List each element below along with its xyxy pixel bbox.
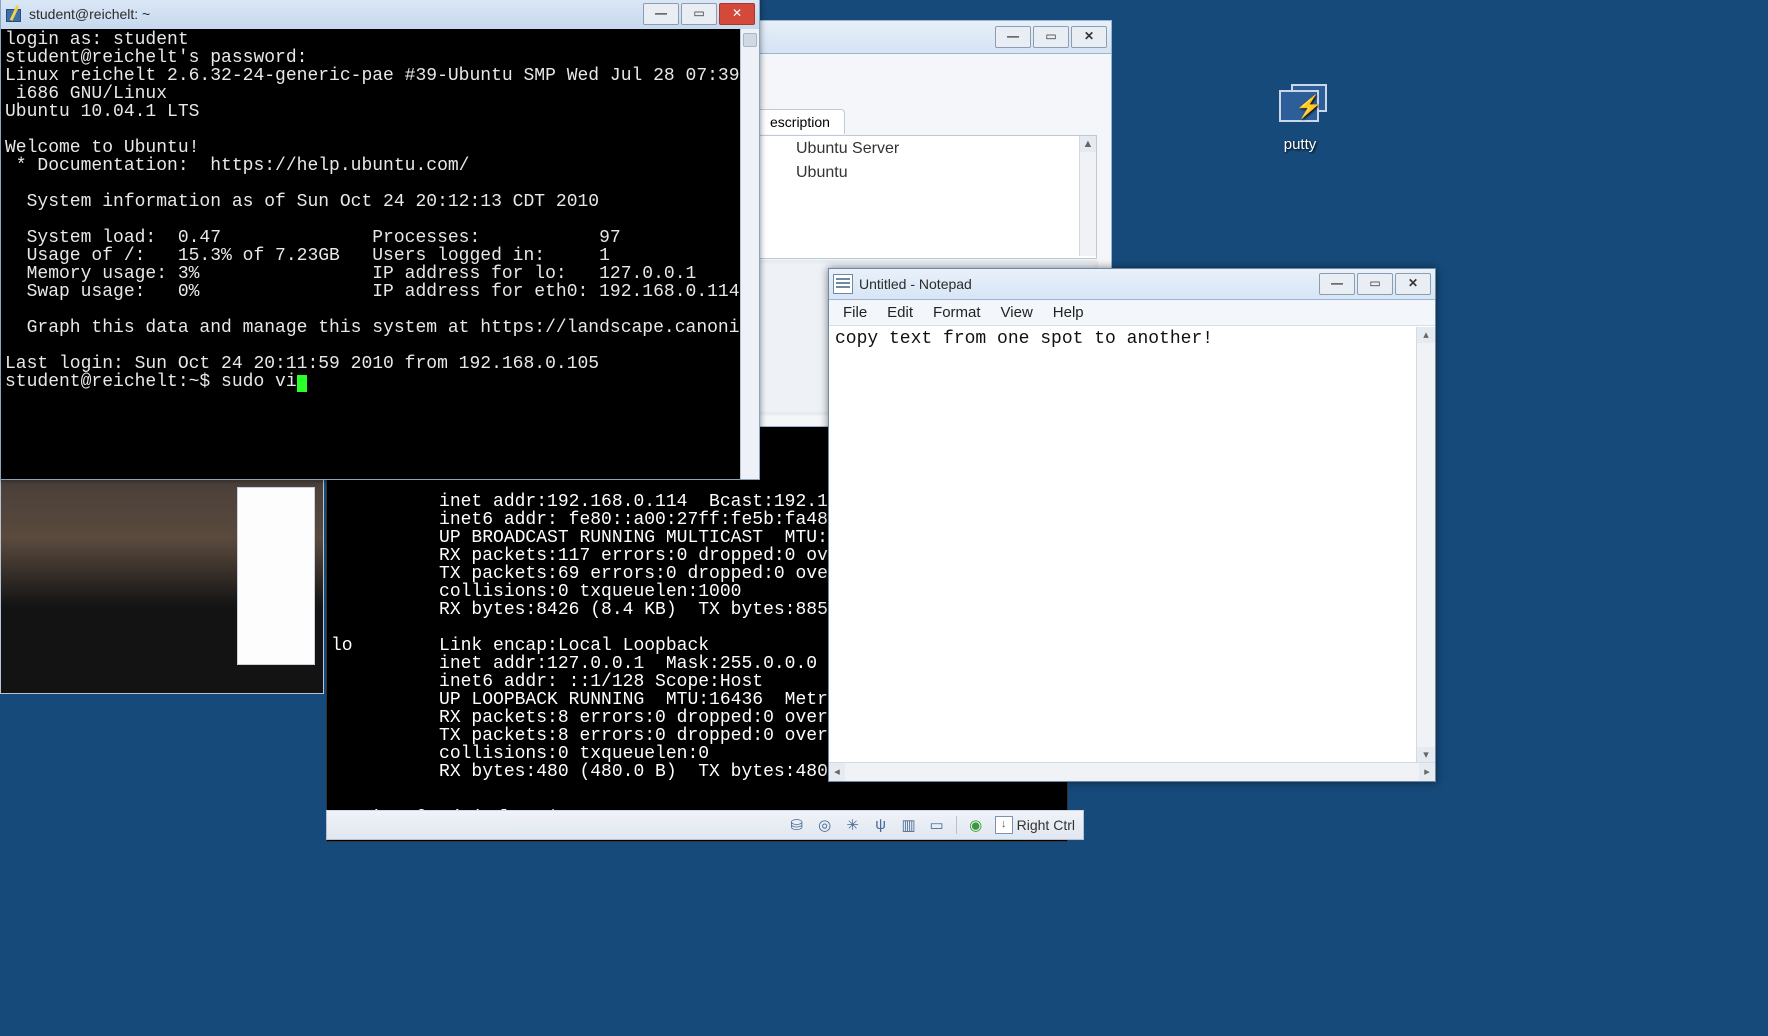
- menu-file[interactable]: File: [833, 302, 877, 323]
- minimize-button[interactable]: [1319, 273, 1355, 295]
- host-key-indicator: ↓ Right Ctrl: [995, 816, 1075, 834]
- menu-help[interactable]: Help: [1043, 302, 1094, 323]
- desktop-shortcut-label: putty: [1260, 136, 1340, 153]
- vm-list-scrollbar[interactable]: ▲: [1079, 136, 1096, 256]
- putty-icon: ⚡: [1273, 84, 1327, 130]
- maximize-button[interactable]: [1357, 273, 1393, 295]
- minimize-button[interactable]: [643, 3, 679, 25]
- scrollbar-thumb[interactable]: [743, 33, 757, 47]
- notepad-icon: [833, 274, 853, 294]
- tab-description[interactable]: escription: [755, 109, 845, 134]
- putty-icon: [5, 5, 23, 23]
- photo-blank-panel: [237, 487, 315, 665]
- notepad-window[interactable]: Untitled - Notepad ✕ File Edit Format Vi…: [828, 268, 1436, 782]
- scroll-up-icon[interactable]: ▴: [1417, 327, 1435, 343]
- minimize-button[interactable]: [995, 26, 1031, 48]
- close-button[interactable]: ✕: [1395, 273, 1431, 295]
- scroll-up-icon[interactable]: ▲: [1080, 136, 1096, 152]
- photo-preview-window: [0, 478, 324, 694]
- host-key-icon: ↓: [995, 816, 1013, 834]
- mouse-capture-icon: ◉: [967, 816, 985, 834]
- vm-list-item[interactable]: Ubuntu: [756, 160, 1096, 184]
- putty-title: student@reichelt: ~: [23, 6, 643, 22]
- menu-edit[interactable]: Edit: [877, 302, 923, 323]
- notepad-horizontal-scrollbar[interactable]: ◂ ▸: [829, 762, 1435, 781]
- usb-icon: ψ: [872, 816, 890, 834]
- maximize-button[interactable]: [681, 3, 717, 25]
- putty-scrollbar[interactable]: [740, 29, 759, 479]
- notepad-title: Untitled - Notepad: [853, 276, 1319, 292]
- cd-icon: ◎: [816, 816, 834, 834]
- putty-window[interactable]: student@reichelt: ~ login as: student st…: [0, 0, 760, 480]
- scroll-left-icon[interactable]: ◂: [829, 763, 845, 781]
- close-button[interactable]: [719, 3, 755, 25]
- scroll-right-icon[interactable]: ▸: [1419, 763, 1435, 781]
- menu-format[interactable]: Format: [923, 302, 991, 323]
- maximize-button[interactable]: [1033, 26, 1069, 48]
- host-key-label: Right Ctrl: [1017, 817, 1075, 833]
- notepad-vertical-scrollbar[interactable]: ▴ ▾: [1416, 327, 1435, 763]
- putty-terminal-output[interactable]: login as: student student@reichelt's pas…: [1, 29, 741, 479]
- hdd-icon: ⛁: [788, 816, 806, 834]
- notepad-titlebar[interactable]: Untitled - Notepad ✕: [829, 269, 1435, 300]
- scroll-down-icon[interactable]: ▾: [1417, 747, 1435, 763]
- shared-folder-icon: ▥: [900, 816, 918, 834]
- display-icon: ▭: [928, 816, 946, 834]
- vm-list[interactable]: Ubuntu Server Ubuntu: [755, 135, 1097, 259]
- putty-titlebar[interactable]: student@reichelt: ~: [1, 0, 759, 30]
- desktop-shortcut-putty[interactable]: ⚡ putty: [1260, 84, 1340, 153]
- network-icon: ✳: [844, 816, 862, 834]
- notepad-editor[interactable]: copy text from one spot to another!: [829, 327, 1417, 763]
- notepad-menubar[interactable]: File Edit Format View Help: [829, 300, 1435, 326]
- menu-view[interactable]: View: [991, 302, 1043, 323]
- vm-statusbar: ⛁ ◎ ✳ ψ ▥ ▭ ◉ ↓ Right Ctrl: [326, 810, 1084, 840]
- cursor-icon: [297, 375, 307, 392]
- vm-list-item[interactable]: Ubuntu Server: [756, 136, 1096, 160]
- close-button[interactable]: ✕: [1071, 26, 1107, 48]
